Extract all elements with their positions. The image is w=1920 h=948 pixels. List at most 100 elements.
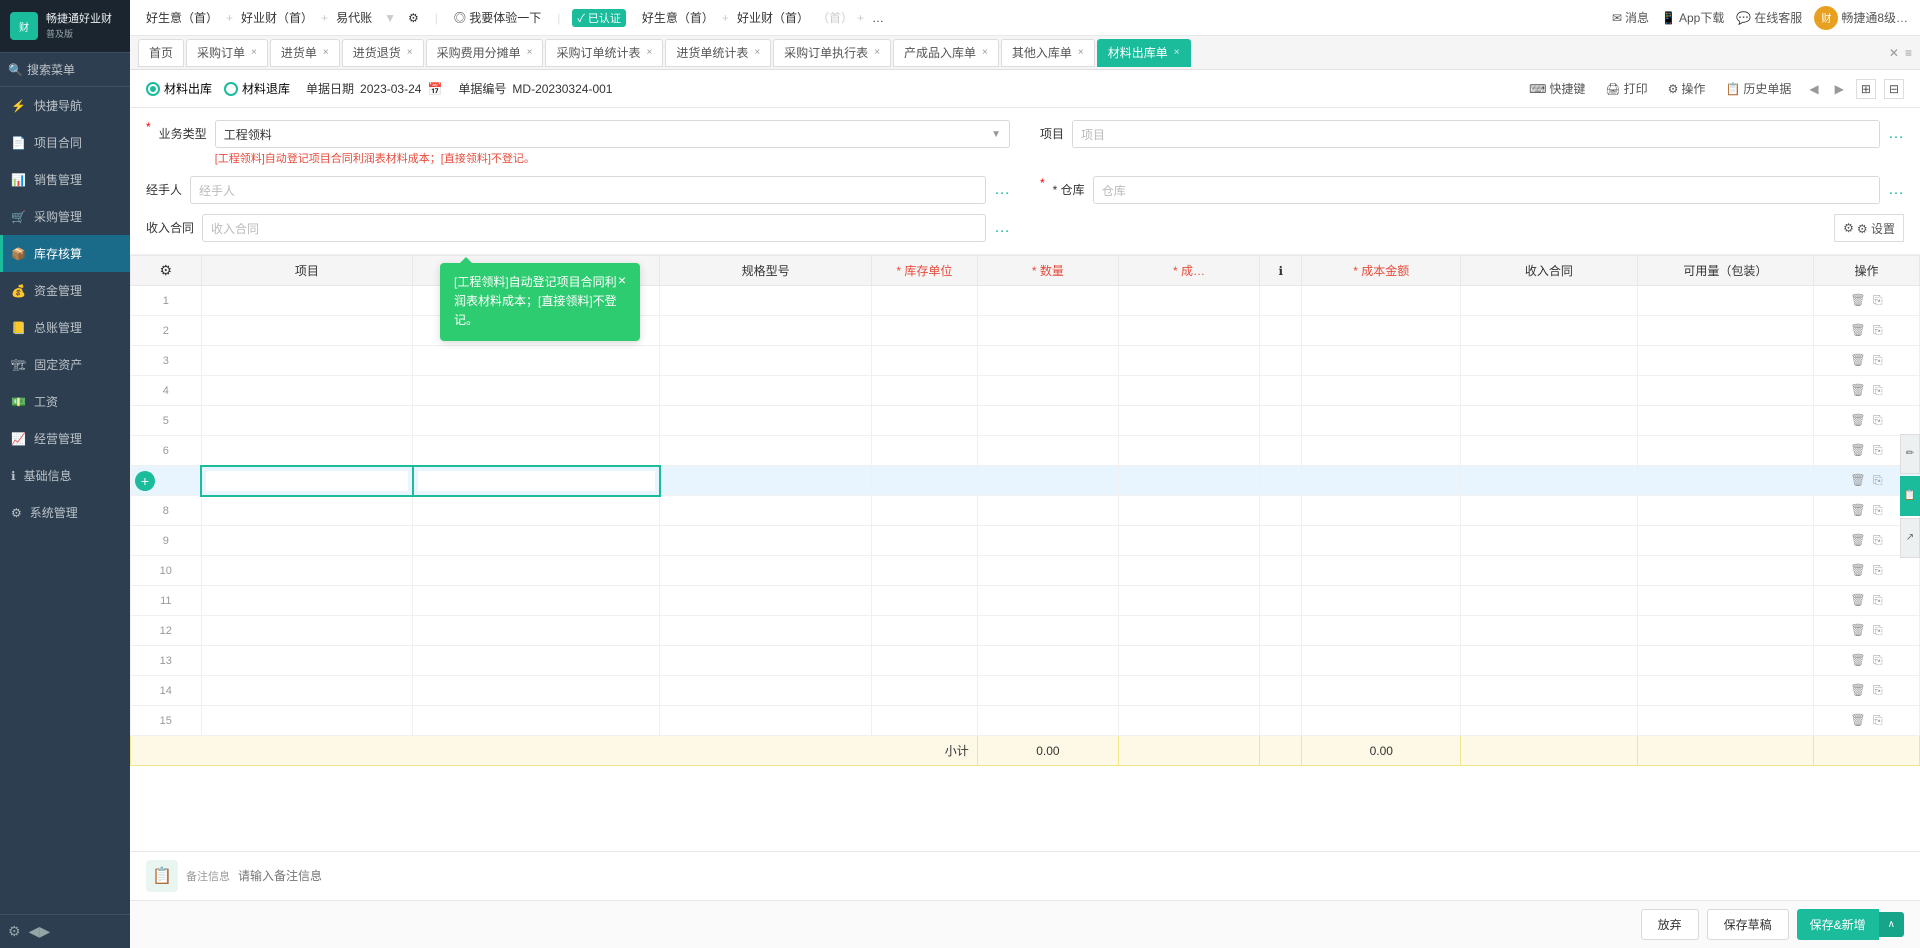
cell-cost-3[interactable] bbox=[1118, 346, 1259, 376]
download-btn[interactable]: 📱 App下载 bbox=[1661, 9, 1724, 26]
cell-contract-2[interactable] bbox=[1461, 316, 1637, 346]
tooltip-close-btn[interactable]: × bbox=[618, 273, 626, 287]
cell-unit-2[interactable] bbox=[871, 316, 977, 346]
cell-contract-6[interactable] bbox=[1461, 436, 1637, 466]
copy-row-6-btn[interactable]: ⎘ bbox=[1873, 443, 1883, 457]
message-btn[interactable]: ✉ 消息 bbox=[1612, 9, 1649, 26]
cell-unit-10[interactable] bbox=[871, 556, 977, 586]
handler-input[interactable]: 经手人 bbox=[190, 176, 986, 204]
cell-qty-6[interactable] bbox=[977, 436, 1118, 466]
tab-more-btn[interactable]: ≡ bbox=[1905, 46, 1912, 60]
cell-cost-10[interactable] bbox=[1118, 556, 1259, 586]
delete-row-13-btn[interactable]: 🗑 bbox=[1850, 653, 1865, 667]
cell-avail-12[interactable] bbox=[1637, 616, 1813, 646]
copy-row-1-btn[interactable]: ⎘ bbox=[1873, 293, 1883, 307]
sidebar-item-salary[interactable]: 💵 工资 bbox=[0, 383, 130, 420]
delete-row-11-btn[interactable]: 🗑 bbox=[1850, 593, 1865, 607]
close-product-inbound[interactable]: × bbox=[982, 47, 988, 58]
cell-avail-3[interactable] bbox=[1637, 346, 1813, 376]
cell-avail-13[interactable] bbox=[1637, 646, 1813, 676]
delete-row-6-btn[interactable]: 🗑 bbox=[1850, 443, 1865, 457]
sidebar-item-operation[interactable]: 📈 经营管理 bbox=[0, 420, 130, 457]
cell-costamt-3[interactable] bbox=[1302, 346, 1461, 376]
sidebar-item-purchase[interactable]: 🛒 采购管理 bbox=[0, 198, 130, 235]
cell-cost-15[interactable] bbox=[1118, 706, 1259, 736]
cell-costamt-9[interactable] bbox=[1302, 526, 1461, 556]
cell-cost-5[interactable] bbox=[1118, 406, 1259, 436]
sidebar-item-inventory[interactable]: 📦 库存核算 bbox=[0, 235, 130, 272]
add-row-btn[interactable]: + bbox=[135, 471, 155, 491]
tab-material-outbound[interactable]: 材料出库单× bbox=[1097, 39, 1191, 67]
cell-project-2[interactable] bbox=[201, 316, 413, 346]
cell-unit-3[interactable] bbox=[871, 346, 977, 376]
user-btn[interactable]: 财 畅捷通8级… bbox=[1814, 6, 1908, 30]
sidebar-item-sales[interactable]: 📊 销售管理 bbox=[0, 161, 130, 198]
cell-unit-11[interactable] bbox=[871, 586, 977, 616]
cell-avail-6[interactable] bbox=[1637, 436, 1813, 466]
cell-cost-7[interactable] bbox=[1118, 466, 1259, 496]
project-input[interactable]: 项目 bbox=[1072, 120, 1880, 148]
delete-row-15-btn[interactable]: 🗑 bbox=[1850, 713, 1865, 727]
note-input[interactable] bbox=[238, 869, 1904, 883]
close-purchase-exec[interactable]: × bbox=[874, 47, 880, 58]
print-btn[interactable]: 🖨 打印 bbox=[1599, 78, 1653, 99]
cell-spec-5[interactable] bbox=[660, 406, 872, 436]
cell-spec-13[interactable] bbox=[660, 646, 872, 676]
cell-costamt-5[interactable] bbox=[1302, 406, 1461, 436]
cell-costamt-1[interactable] bbox=[1302, 286, 1461, 316]
cell-costamt-8[interactable] bbox=[1302, 496, 1461, 526]
copy-row-11-btn[interactable]: ⎘ bbox=[1873, 593, 1883, 607]
cell-project-9[interactable] bbox=[201, 526, 413, 556]
cell-project-5[interactable] bbox=[201, 406, 413, 436]
cell-spec-12[interactable] bbox=[660, 616, 872, 646]
cell-costamt-12[interactable] bbox=[1302, 616, 1461, 646]
toplink-3[interactable]: 易代账 bbox=[332, 9, 376, 26]
right-tool-2[interactable]: 📋 bbox=[1900, 476, 1920, 516]
list-view-btn[interactable]: ⊟ bbox=[1884, 79, 1904, 99]
sidebar-item-baseinfo[interactable]: ℹ 基础信息 bbox=[0, 457, 130, 494]
save-new-arrow-btn[interactable]: ∧ bbox=[1879, 912, 1904, 937]
cell-project-1[interactable] bbox=[201, 286, 413, 316]
cell-unit-4[interactable] bbox=[871, 376, 977, 406]
delete-row-7-btn[interactable]: 🗑 bbox=[1850, 473, 1865, 487]
close-inbound[interactable]: × bbox=[323, 47, 329, 58]
cell-contract-10[interactable] bbox=[1461, 556, 1637, 586]
sidebar-item-system[interactable]: ⚙ 系统管理 bbox=[0, 494, 130, 531]
cell-project-10[interactable] bbox=[201, 556, 413, 586]
warehouse-select-btn[interactable]: … bbox=[1888, 176, 1904, 204]
cell-name-3[interactable] bbox=[413, 346, 660, 376]
sidebar-item-assets[interactable]: 🏗 固定资产 bbox=[0, 346, 130, 383]
close-inbound-return[interactable]: × bbox=[407, 47, 413, 58]
cell-name-11[interactable] bbox=[413, 586, 660, 616]
cell-name-9[interactable] bbox=[413, 526, 660, 556]
delete-row-4-btn[interactable]: 🗑 bbox=[1850, 383, 1865, 397]
cell-contract-12[interactable] bbox=[1461, 616, 1637, 646]
delete-row-12-btn[interactable]: 🗑 bbox=[1850, 623, 1865, 637]
tab-product-inbound[interactable]: 产成品入库单× bbox=[893, 39, 999, 67]
collapse-icon[interactable]: ◀▶ bbox=[29, 923, 51, 940]
copy-row-2-btn[interactable]: ⎘ bbox=[1873, 323, 1883, 337]
cell-name-5[interactable] bbox=[413, 406, 660, 436]
cell-qty-4[interactable] bbox=[977, 376, 1118, 406]
cell-name-12[interactable] bbox=[413, 616, 660, 646]
edit-cell-name-7[interactable] bbox=[413, 466, 660, 496]
cell-spec-7[interactable] bbox=[660, 466, 872, 496]
cell-cost-2[interactable] bbox=[1118, 316, 1259, 346]
cell-costamt-10[interactable] bbox=[1302, 556, 1461, 586]
toplink-4[interactable]: 好生意（首） bbox=[638, 9, 718, 26]
delete-row-5-btn[interactable]: 🗑 bbox=[1850, 413, 1865, 427]
cell-cost-8[interactable] bbox=[1118, 496, 1259, 526]
project-select-btn[interactable]: … bbox=[1888, 120, 1904, 148]
right-tool-3[interactable]: ↗ bbox=[1900, 518, 1920, 558]
close-purchase-order[interactable]: × bbox=[251, 47, 257, 58]
copy-row-3-btn[interactable]: ⎘ bbox=[1873, 353, 1883, 367]
delete-row-3-btn[interactable]: 🗑 bbox=[1850, 353, 1865, 367]
cell-avail-10[interactable] bbox=[1637, 556, 1813, 586]
cell-cost-4[interactable] bbox=[1118, 376, 1259, 406]
cell-qty-13[interactable] bbox=[977, 646, 1118, 676]
cell-unit-13[interactable] bbox=[871, 646, 977, 676]
cell-avail-4[interactable] bbox=[1637, 376, 1813, 406]
cell-costamt-11[interactable] bbox=[1302, 586, 1461, 616]
cell-unit-9[interactable] bbox=[871, 526, 977, 556]
cell-qty-12[interactable] bbox=[977, 616, 1118, 646]
